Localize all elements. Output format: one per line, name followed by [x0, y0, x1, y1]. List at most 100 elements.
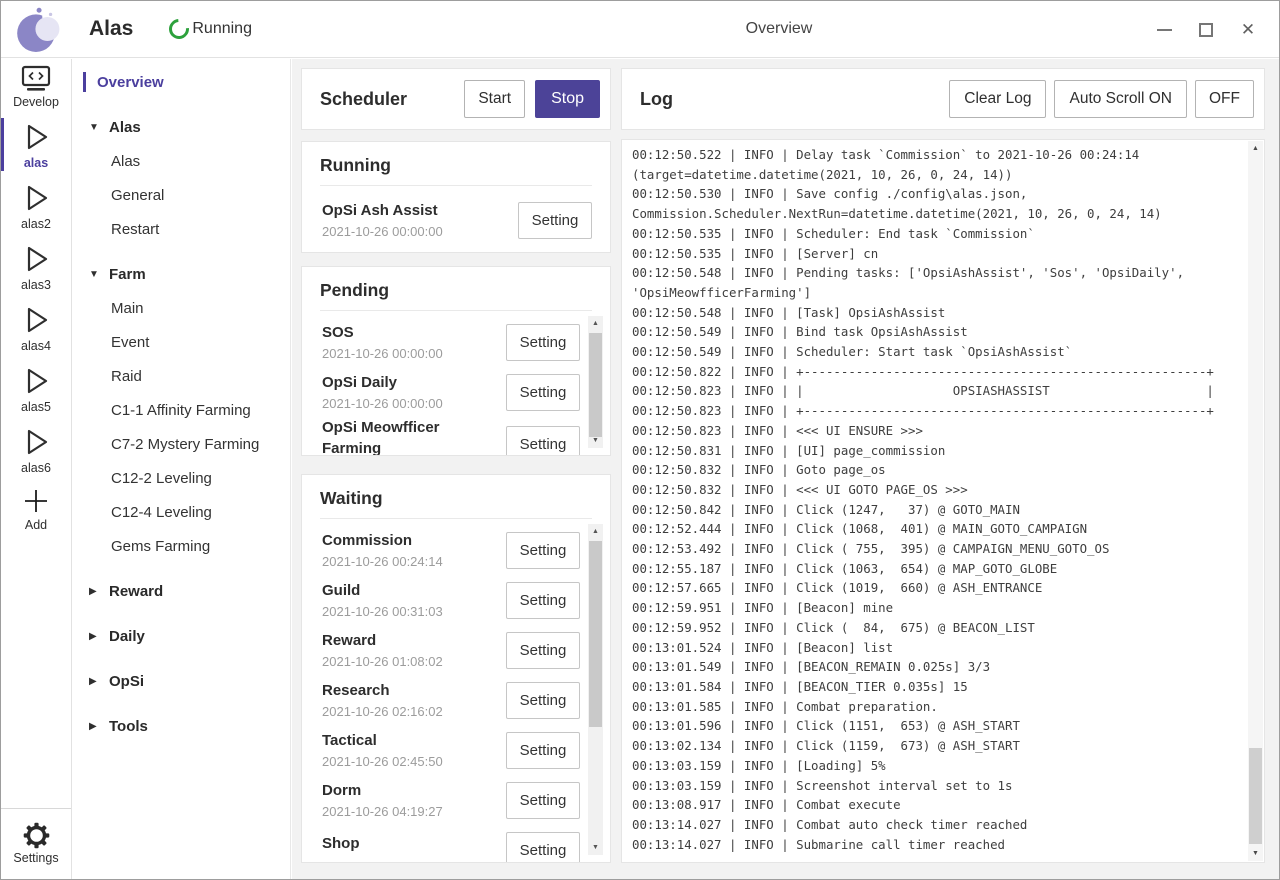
task-setting-button[interactable]: Setting: [506, 426, 580, 455]
task-info: SOS 2021-10-26 00:00:00: [322, 322, 506, 362]
nav-item-c1-1-affinity-farming[interactable]: C1-1 Affinity Farming: [73, 393, 290, 427]
log-line: 00:12:57.665 | INFO | Click (1019, 660) …: [632, 578, 1233, 598]
task-time: 2021-10-26 00:00:00: [322, 396, 498, 412]
log-line: 00:12:50.822 | INFO | +-----------------…: [632, 362, 1233, 382]
log-line: 00:12:50.823 | INFO | | OPSIASHASSIST |: [632, 381, 1233, 401]
rail-instance-alas4[interactable]: alas4: [1, 297, 71, 358]
clear-log-button[interactable]: Clear Log: [949, 80, 1046, 118]
nav-section-label: Tools: [109, 718, 148, 735]
task-setting-button[interactable]: Setting: [518, 202, 592, 239]
scroll-down-icon[interactable]: ▼: [588, 840, 603, 855]
rail-instance-alas2[interactable]: alas2: [1, 175, 71, 236]
scroll-down-icon[interactable]: ▼: [1248, 846, 1263, 861]
scroll-thumb[interactable]: [589, 541, 602, 727]
log-column: Log Clear Log Auto Scroll ON OFF 00:12:5…: [621, 68, 1265, 863]
waiting-scrollbar[interactable]: ▲ ▼: [588, 524, 603, 855]
task-setting-button[interactable]: Setting: [506, 782, 580, 819]
nav-section-reward[interactable]: ▶ Reward: [73, 574, 290, 608]
nav-section-daily[interactable]: ▶ Daily: [73, 619, 290, 653]
rail-instance-alas5[interactable]: alas5: [1, 358, 71, 419]
nav-item-main[interactable]: Main: [73, 291, 290, 325]
task-setting-button[interactable]: Setting: [506, 532, 580, 569]
scroll-up-icon[interactable]: ▲: [588, 524, 603, 539]
nav-item-c12-2-leveling[interactable]: C12-2 Leveling: [73, 461, 290, 495]
scroll-down-icon[interactable]: ▼: [588, 433, 603, 448]
task-name: Tactical: [322, 730, 498, 751]
rail-instance-alas[interactable]: alas: [1, 114, 71, 175]
nav-section-list: ▼ Alas Alas General Restart ▼ Farm Main …: [73, 110, 290, 743]
start-button[interactable]: Start: [464, 80, 525, 118]
autoscroll-on-button[interactable]: Auto Scroll ON: [1054, 80, 1187, 118]
rail-instance-alas3[interactable]: alas3: [1, 236, 71, 297]
task-row: OpSi Daily 2021-10-26 00:00:00 Setting: [322, 367, 580, 417]
nav-item-raid[interactable]: Raid: [73, 359, 290, 393]
log-line: 00:12:52.444 | INFO | Click (1068, 401) …: [632, 519, 1233, 539]
log-line: 00:12:50.549 | INFO | Scheduler: Start t…: [632, 342, 1233, 362]
nav-section-alas[interactable]: ▼ Alas: [73, 110, 290, 144]
log-line: 00:13:01.596 | INFO | Click (1151, 653) …: [632, 716, 1233, 736]
nav-section-opsi[interactable]: ▶ OpSi: [73, 664, 290, 698]
task-info: Tactical 2021-10-26 02:45:50: [322, 730, 506, 770]
task-time: 2021-10-26 02:45:50: [322, 754, 498, 770]
log-line: 00:13:03.159 | INFO | [Loading] 5%: [632, 756, 1233, 776]
rail-instance-label: alas2: [21, 217, 51, 231]
task-name: Shop: [322, 833, 498, 854]
log-line: 00:12:50.535 | INFO | Scheduler: End tas…: [632, 224, 1233, 244]
task-row: Research 2021-10-26 02:16:02 Setting: [322, 675, 580, 725]
close-icon: ✕: [1241, 21, 1255, 38]
nav-item-c12-4-leveling[interactable]: C12-4 Leveling: [73, 495, 290, 529]
scroll-thumb[interactable]: [1249, 748, 1262, 844]
task-setting-button[interactable]: Setting: [506, 582, 580, 619]
plus-icon: [21, 486, 51, 516]
nav-section-label: Reward: [109, 583, 163, 600]
app-title: Alas: [89, 17, 133, 41]
rail-item-develop[interactable]: Develop: [1, 59, 71, 114]
rail-settings-label: Settings: [13, 851, 58, 865]
task-setting-button[interactable]: Setting: [506, 732, 580, 769]
nav-item-overview[interactable]: Overview: [73, 65, 290, 99]
rail-item-settings[interactable]: Settings: [1, 816, 71, 870]
task-setting-button[interactable]: Setting: [506, 374, 580, 411]
running-spinner-icon: [165, 15, 193, 43]
task-time: 2021-10-26 00:00:00: [322, 346, 498, 362]
log-line: 00:12:50.831 | INFO | [UI] page_commissi…: [632, 441, 1233, 461]
rail-item-add[interactable]: Add: [1, 480, 71, 537]
nav-item-gems-farming[interactable]: Gems Farming: [73, 529, 290, 563]
nav-item-general[interactable]: General: [73, 178, 290, 212]
nav-item-c7-2-mystery-farming[interactable]: C7-2 Mystery Farming: [73, 427, 290, 461]
task-setting-button[interactable]: Setting: [506, 632, 580, 669]
rail-instance-alas6[interactable]: alas6: [1, 419, 71, 480]
task-info: Research 2021-10-26 02:16:02: [322, 680, 506, 720]
task-setting-button[interactable]: Setting: [506, 832, 580, 863]
nav-item-event[interactable]: Event: [73, 325, 290, 359]
log-line: 00:12:50.530 | INFO | Save config ./conf…: [632, 184, 1233, 223]
task-info: Dorm 2021-10-26 04:19:27: [322, 780, 506, 820]
close-button[interactable]: ✕: [1227, 9, 1269, 51]
running-task-list: OpSi Ash Assist 2021-10-26 00:00:00 Sett…: [302, 186, 610, 252]
nav-item-label: Gems Farming: [111, 538, 210, 555]
nav-section-farm[interactable]: ▼ Farm: [73, 257, 290, 291]
scroll-thumb[interactable]: [589, 333, 602, 437]
rail-instance-label: alas3: [21, 278, 51, 292]
stop-button[interactable]: Stop: [535, 80, 600, 118]
task-info: Reward 2021-10-26 01:08:02: [322, 630, 506, 670]
scroll-up-icon[interactable]: ▲: [588, 316, 603, 331]
log-line: 00:12:50.842 | INFO | Click (1247, 37) @…: [632, 500, 1233, 520]
log-scrollbar[interactable]: ▲ ▼: [1248, 141, 1263, 861]
nav-item-alas[interactable]: Alas: [73, 144, 290, 178]
minimize-button[interactable]: [1143, 9, 1185, 51]
waiting-task-list: Commission 2021-10-26 00:24:14 Setting G…: [302, 519, 580, 862]
play-icon: [19, 120, 53, 154]
task-info: Shop: [322, 833, 506, 862]
autoscroll-off-button[interactable]: OFF: [1195, 80, 1254, 118]
task-setting-button[interactable]: Setting: [506, 324, 580, 361]
scroll-up-icon[interactable]: ▲: [1248, 141, 1263, 156]
nav-item-label: General: [111, 187, 164, 204]
task-setting-button[interactable]: Setting: [506, 682, 580, 719]
pending-scrollbar[interactable]: ▲ ▼: [588, 316, 603, 448]
nav-section-tools[interactable]: ▶ Tools: [73, 709, 290, 743]
task-info: OpSi Ash Assist 2021-10-26 00:00:00: [322, 200, 518, 240]
nav-item-restart[interactable]: Restart: [73, 212, 290, 246]
maximize-button[interactable]: [1185, 9, 1227, 51]
rail-instance-label: alas6: [21, 461, 51, 475]
